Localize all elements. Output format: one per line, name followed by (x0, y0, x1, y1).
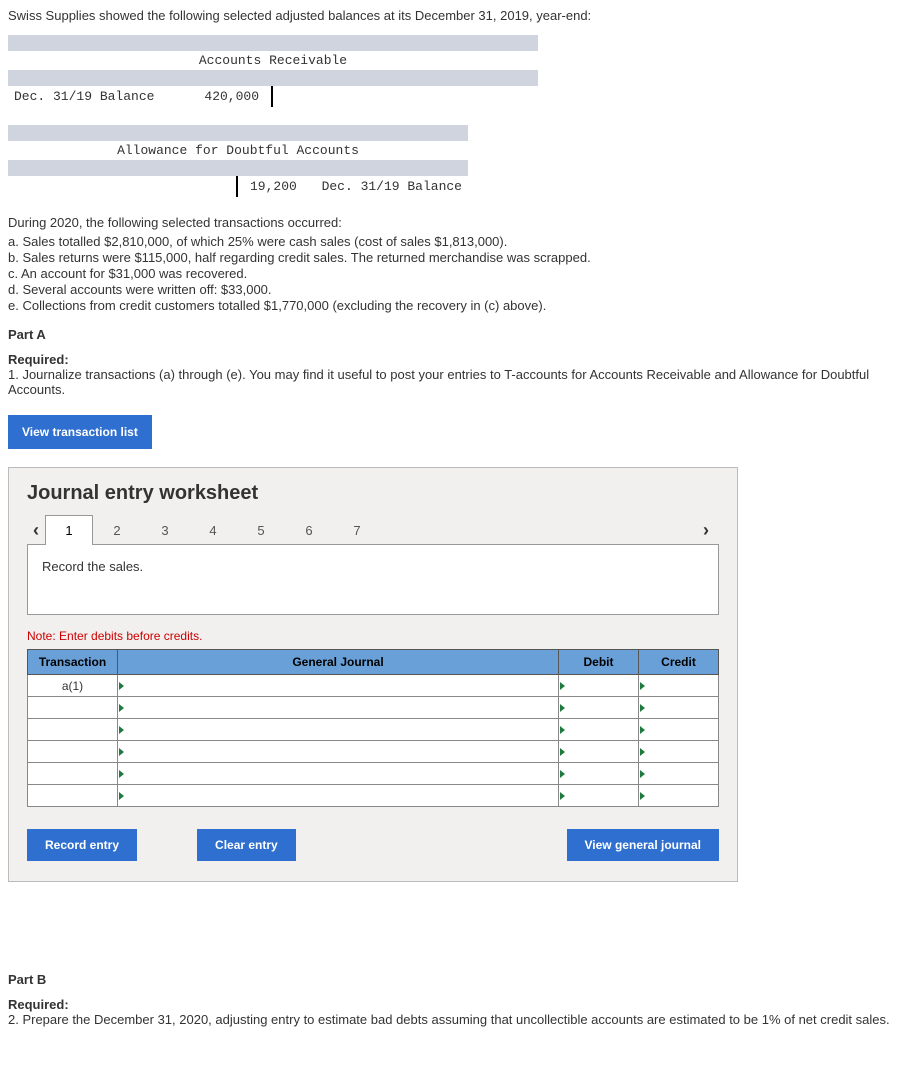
ar-left-amount: 420,000 (204, 89, 265, 104)
worksheet-tabs: ‹ 1 2 3 4 5 6 7 › (27, 515, 719, 545)
cell-transaction-1: a(1) (28, 675, 118, 697)
dropdown-arrow-icon (119, 770, 124, 778)
cell-credit-input[interactable] (639, 675, 719, 697)
table-row: a(1) (28, 675, 719, 697)
dropdown-arrow-icon (640, 748, 645, 756)
cell-transaction (28, 763, 118, 785)
table-row (28, 719, 719, 741)
ar-left-label: Dec. 31/19 Balance (14, 89, 204, 104)
tab-3[interactable]: 3 (141, 515, 189, 545)
required-a-label: Required: (8, 352, 912, 367)
tab-1[interactable]: 1 (45, 515, 93, 545)
dropdown-arrow-icon (560, 792, 565, 800)
dropdown-arrow-icon (560, 726, 565, 734)
dropdown-arrow-icon (640, 770, 645, 778)
cell-debit-input[interactable] (559, 763, 639, 785)
intro-text: Swiss Supplies showed the following sele… (8, 8, 912, 23)
line-c: c. An account for $31,000 was recovered. (8, 266, 912, 281)
note-text: Note: Enter debits before credits. (27, 629, 719, 643)
table-row (28, 785, 719, 807)
journal-entry-worksheet: Journal entry worksheet ‹ 1 2 3 4 5 6 7 … (8, 467, 738, 882)
cell-credit-input[interactable] (639, 763, 719, 785)
line-b: b. Sales returns were $115,000, half reg… (8, 250, 912, 265)
cell-gj-dropdown[interactable] (118, 719, 559, 741)
table-row (28, 763, 719, 785)
allowance-amount: 19,200 (244, 179, 297, 194)
dropdown-arrow-icon (119, 726, 124, 734)
cell-debit-input[interactable] (559, 675, 639, 697)
cell-debit-input[interactable] (559, 785, 639, 807)
line-a: a. Sales totalled $2,810,000, of which 2… (8, 234, 912, 249)
worksheet-title: Journal entry worksheet (27, 482, 719, 505)
line-d: d. Several accounts were written off: $3… (8, 282, 912, 297)
cell-gj-dropdown[interactable] (118, 697, 559, 719)
view-general-journal-button[interactable]: View general journal (567, 829, 719, 861)
cell-transaction (28, 741, 118, 763)
dropdown-arrow-icon (640, 704, 645, 712)
t-account-ar-title: Accounts Receivable (8, 51, 538, 70)
allowance-label: Dec. 31/19 Balance (297, 179, 462, 194)
tab-7[interactable]: 7 (333, 515, 381, 545)
cell-transaction (28, 719, 118, 741)
cell-gj-dropdown[interactable] (118, 785, 559, 807)
dropdown-arrow-icon (560, 748, 565, 756)
allowance-title: Allowance for Doubtful Accounts (8, 141, 468, 160)
required-b-text: 2. Prepare the December 31, 2020, adjust… (8, 1012, 912, 1027)
cell-transaction (28, 785, 118, 807)
chevron-right-icon[interactable]: › (697, 520, 715, 541)
dropdown-arrow-icon (640, 682, 645, 690)
dropdown-arrow-icon (560, 682, 565, 690)
dropdown-arrow-icon (119, 682, 124, 690)
dropdown-arrow-icon (119, 792, 124, 800)
cell-credit-input[interactable] (639, 785, 719, 807)
dropdown-arrow-icon (640, 726, 645, 734)
th-debit: Debit (559, 650, 639, 675)
table-row (28, 741, 719, 763)
th-general-journal: General Journal (118, 650, 559, 675)
part-a-label: Part A (8, 327, 912, 342)
required-a-text: 1. Journalize transactions (a) through (… (8, 367, 912, 397)
clear-entry-button[interactable]: Clear entry (197, 829, 296, 861)
during-intro: During 2020, the following selected tran… (8, 215, 912, 230)
record-entry-button[interactable]: Record entry (27, 829, 137, 861)
th-credit: Credit (639, 650, 719, 675)
dropdown-arrow-icon (560, 770, 565, 778)
tab-2[interactable]: 2 (93, 515, 141, 545)
tab-4[interactable]: 4 (189, 515, 237, 545)
t-account-allowance: Allowance for Doubtful Accounts 19,200 D… (8, 125, 912, 197)
dropdown-arrow-icon (119, 748, 124, 756)
part-b-label: Part B (8, 972, 912, 987)
dropdown-arrow-icon (560, 704, 565, 712)
view-transaction-list-button[interactable]: View transaction list (8, 415, 152, 449)
t-account-ar: Accounts Receivable Dec. 31/19 Balance 4… (8, 35, 912, 107)
cell-transaction (28, 697, 118, 719)
cell-debit-input[interactable] (559, 719, 639, 741)
tab-6[interactable]: 6 (285, 515, 333, 545)
cell-credit-input[interactable] (639, 741, 719, 763)
journal-entry-table: Transaction General Journal Debit Credit… (27, 649, 719, 807)
cell-gj-dropdown[interactable] (118, 741, 559, 763)
th-transaction: Transaction (28, 650, 118, 675)
prompt-box: Record the sales. (27, 544, 719, 615)
tab-5[interactable]: 5 (237, 515, 285, 545)
table-row (28, 697, 719, 719)
cell-gj-dropdown[interactable] (118, 763, 559, 785)
chevron-left-icon[interactable]: ‹ (27, 520, 45, 541)
cell-debit-input[interactable] (559, 741, 639, 763)
prompt-text: Record the sales. (42, 559, 704, 574)
cell-credit-input[interactable] (639, 719, 719, 741)
cell-gj-dropdown[interactable] (118, 675, 559, 697)
dropdown-arrow-icon (640, 792, 645, 800)
cell-debit-input[interactable] (559, 697, 639, 719)
required-b-label: Required: (8, 997, 912, 1012)
cell-credit-input[interactable] (639, 697, 719, 719)
dropdown-arrow-icon (119, 704, 124, 712)
line-e: e. Collections from credit customers tot… (8, 298, 912, 313)
